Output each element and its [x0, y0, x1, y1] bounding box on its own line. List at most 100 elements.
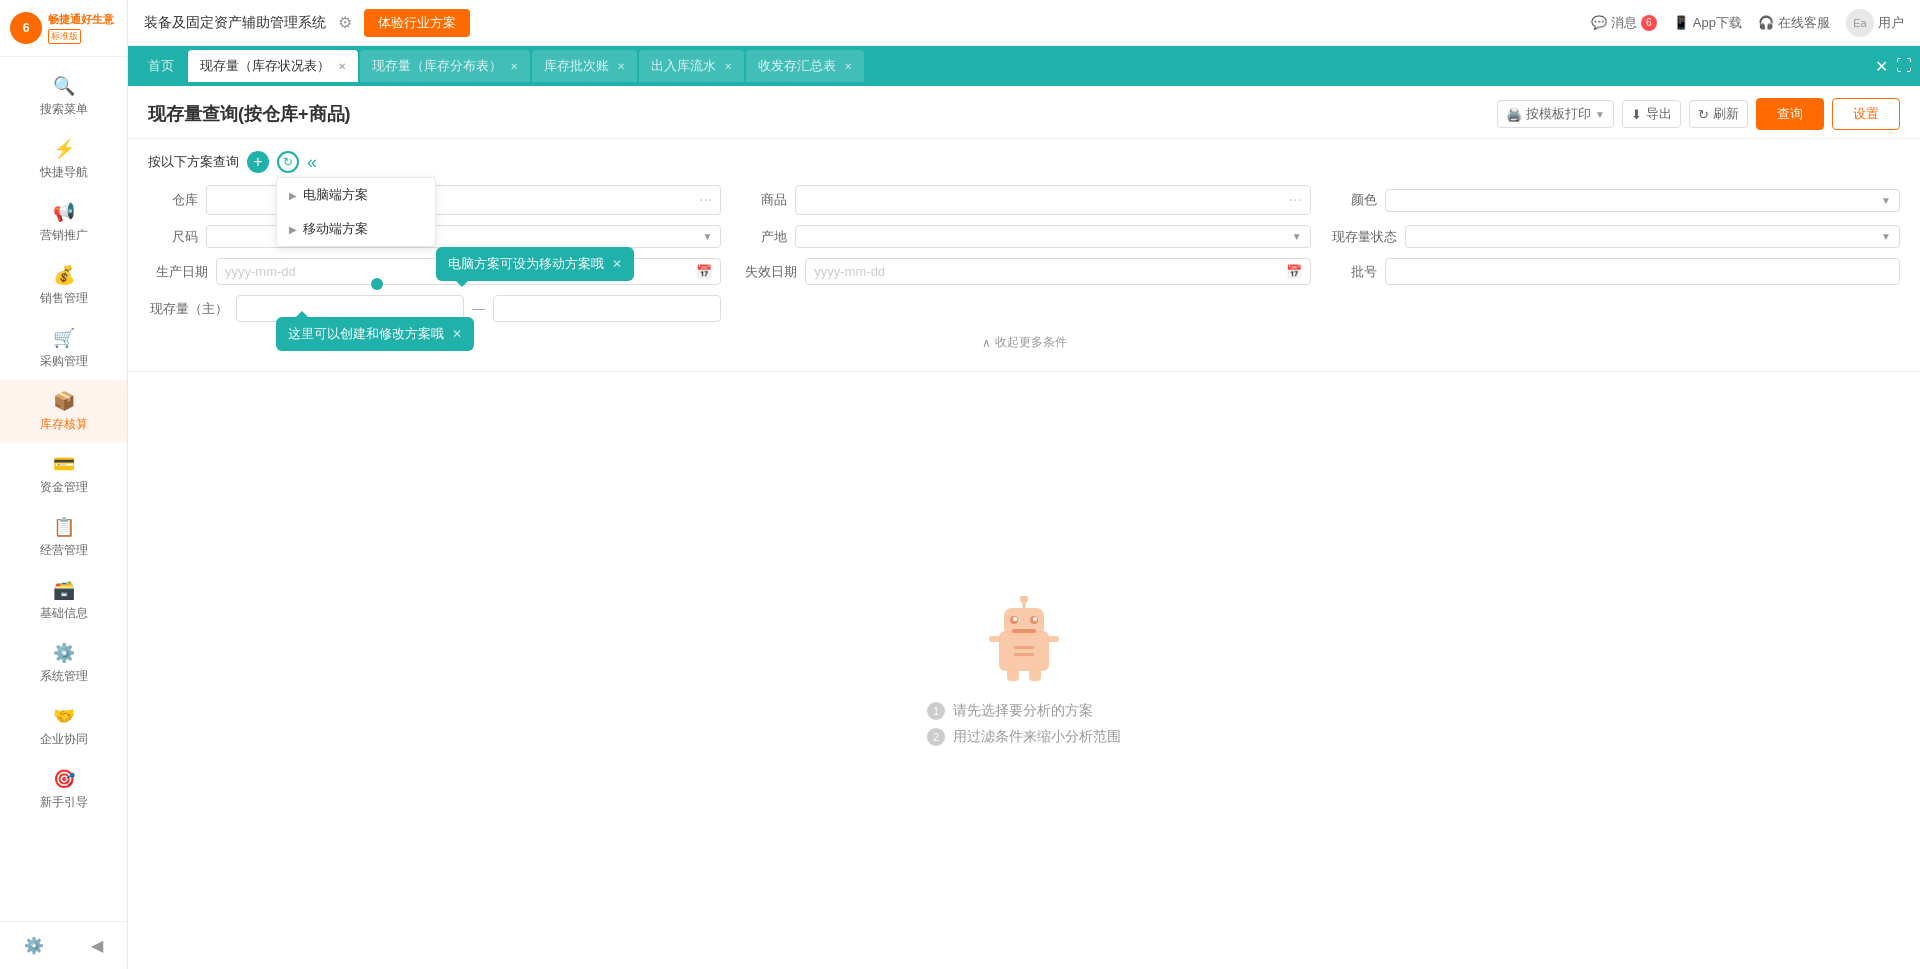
empty-robot-icon — [984, 596, 1064, 686]
tab-inout[interactable]: 出入库流水 ✕ — [639, 50, 744, 82]
headset-icon: 🎧 — [1758, 15, 1774, 30]
scheme-mobile[interactable]: ▶ 移动端方案 — [277, 212, 435, 246]
origin-arrow: ▼ — [1292, 231, 1302, 242]
filter-stock-status: 现存量状态 ▼ — [1327, 225, 1900, 248]
color-label: 颜色 — [1327, 191, 1377, 209]
filter-color: 颜色 ▼ — [1327, 189, 1900, 212]
sidebar-item-purchase[interactable]: 🛒 采购管理 — [0, 317, 127, 380]
stock-main-label: 现存量（主） — [148, 300, 228, 318]
tab-inout-close[interactable]: ✕ — [724, 61, 732, 72]
expire-date-label: 失效日期 — [737, 263, 797, 281]
set-button[interactable]: 设置 — [1832, 98, 1900, 130]
goods-dots: ··· — [1288, 191, 1301, 209]
batch-input[interactable] — [1385, 258, 1900, 285]
finance-nav-icon: 💳 — [53, 453, 75, 475]
stock-status-label: 现存量状态 — [1327, 228, 1397, 246]
tooltip-create-close[interactable]: ✕ — [452, 327, 462, 341]
trial-button[interactable]: 体验行业方案 — [364, 9, 470, 37]
support-item[interactable]: 🎧 在线客服 — [1758, 14, 1830, 32]
empty-state: 1 请先选择要分析的方案 2 用过滤条件来缩小分析范围 — [128, 372, 1920, 969]
sidebar-item-quick[interactable]: ⚡ 快捷导航 — [0, 128, 127, 191]
filter-label: 按以下方案查询 — [148, 153, 239, 171]
svg-point-5 — [1020, 596, 1028, 603]
sidebar-item-basic[interactable]: 🗃️ 基础信息 — [0, 569, 127, 632]
settings-bottom-btn[interactable]: ⚙️ — [20, 932, 48, 959]
scheme-desktop[interactable]: ▶ 电脑端方案 — [277, 178, 435, 212]
color-select[interactable]: ▼ — [1385, 189, 1900, 212]
empty-hint-2: 2 用过滤条件来缩小分析范围 — [927, 728, 1121, 746]
tab-batch-close[interactable]: ✕ — [617, 61, 625, 72]
sidebar-item-operation[interactable]: 📋 经营管理 — [0, 506, 127, 569]
filter-refresh-button[interactable]: ↻ — [277, 151, 299, 173]
stock-main-max[interactable] — [493, 295, 721, 322]
tab-inventory-dist-close[interactable]: ✕ — [510, 61, 518, 72]
tab-batch[interactable]: 库存批次账 ✕ — [532, 50, 637, 82]
tab-close-all-icon[interactable]: ✕ — [1875, 57, 1888, 76]
sidebar-item-marketing[interactable]: 📢 营销推广 — [0, 191, 127, 254]
logo-area: 6 畅捷通好生意 标准版 — [0, 0, 127, 57]
scheme-panel: ▶ 电脑端方案 ▶ 移动端方案 — [276, 177, 436, 247]
tab-summary[interactable]: 收发存汇总表 ✕ — [746, 50, 864, 82]
origin-select[interactable]: ▼ — [795, 225, 1310, 248]
app-download-item[interactable]: 📱 App下载 — [1673, 14, 1742, 32]
query-button[interactable]: 查询 — [1756, 98, 1824, 130]
tab-fullscreen-icon[interactable]: ⛶ — [1896, 57, 1912, 75]
print-btn[interactable]: 🖨️ 按模板打印 ▼ — [1497, 100, 1614, 128]
message-item[interactable]: 💬 消息 6 — [1591, 14, 1657, 32]
tab-inventory-dist[interactable]: 现存量（库存分布表） ✕ — [360, 50, 530, 82]
tab-inventory-status-close[interactable]: ✕ — [338, 61, 346, 72]
tab-summary-close[interactable]: ✕ — [844, 61, 852, 72]
sidebar-item-enterprise[interactable]: 🤝 企业协同 — [0, 695, 127, 758]
svg-text:6: 6 — [23, 21, 30, 35]
phone-icon: 📱 — [1673, 15, 1689, 30]
size-arrow: ▼ — [702, 231, 712, 242]
sidebar: 6 畅捷通好生意 标准版 🔍 搜索菜单 ⚡ 快捷导航 📢 营销推广 💰 销售管理… — [0, 0, 128, 969]
step-1-badge: 1 — [927, 702, 945, 720]
guide-nav-icon: 🎯 — [53, 768, 75, 790]
tooltip-create-scheme: 这里可以创建和修改方案哦 ✕ — [276, 317, 474, 351]
stock-status-select[interactable]: ▼ — [1405, 225, 1900, 248]
filter-origin: 产地 ▼ — [737, 225, 1310, 248]
production-date-icon: 📅 — [696, 264, 712, 279]
filter-row-3: 生产日期 yyyy-mm-dd 📅 失效日期 yyyy-mm-dd 📅 批号 — [148, 258, 1900, 285]
origin-label: 产地 — [737, 228, 787, 246]
tab-inventory-status[interactable]: 现存量（库存状况表） ✕ — [188, 50, 358, 82]
sidebar-item-finance[interactable]: 💳 资金管理 — [0, 443, 127, 506]
sidebar-bottom: ⚙️ ◀ — [0, 921, 127, 969]
svg-rect-10 — [1012, 629, 1036, 633]
goods-input[interactable]: ··· — [795, 185, 1310, 215]
header-settings-icon[interactable]: ⚙ — [338, 13, 352, 32]
svg-point-8 — [1013, 617, 1017, 621]
sidebar-item-search[interactable]: 🔍 搜索菜单 — [0, 65, 127, 128]
purchase-nav-icon: 🛒 — [53, 327, 75, 349]
svg-rect-14 — [1047, 636, 1059, 642]
svg-rect-12 — [1014, 653, 1034, 656]
export-btn[interactable]: ⬇ 导出 — [1622, 100, 1681, 128]
logo-icon: 6 — [10, 12, 42, 44]
user-item[interactable]: Ea 用户 — [1846, 9, 1904, 37]
content-header: 现存量查询(按仓库+商品) 🖨️ 按模板打印 ▼ ⬇ 导出 ↻ 刷新 查询 设置 — [128, 86, 1920, 139]
basic-nav-icon: 🗃️ — [53, 579, 75, 601]
stock-main-sep: — — [472, 301, 485, 316]
user-avatar: Ea — [1846, 9, 1874, 37]
sidebar-item-inventory[interactable]: 📦 库存核算 — [0, 380, 127, 443]
tab-home[interactable]: 首页 — [136, 50, 186, 82]
sidebar-item-system[interactable]: ⚙️ 系统管理 — [0, 632, 127, 695]
expire-date-input[interactable]: yyyy-mm-dd 📅 — [805, 258, 1310, 285]
connector-dot — [371, 278, 383, 290]
filter-production-date: 生产日期 yyyy-mm-dd 📅 — [148, 258, 721, 285]
main-area: 装备及固定资产辅助管理系统 ⚙ 体验行业方案 💬 消息 6 📱 App下载 🎧 … — [128, 0, 1920, 969]
collapse-bottom-btn[interactable]: ◀ — [87, 932, 107, 959]
refresh-btn[interactable]: ↻ 刷新 — [1689, 100, 1748, 128]
filter-back-button[interactable]: « — [307, 152, 317, 173]
content-area: 现存量查询(按仓库+商品) 🖨️ 按模板打印 ▼ ⬇ 导出 ↻ 刷新 查询 设置 — [128, 86, 1920, 969]
logo-text: 畅捷通好生意 标准版 — [48, 12, 114, 44]
sidebar-item-guide[interactable]: 🎯 新手引导 — [0, 758, 127, 821]
filter-add-button[interactable]: + — [247, 151, 269, 173]
sidebar-item-sales[interactable]: 💰 销售管理 — [0, 254, 127, 317]
page-title: 现存量查询(按仓库+商品) — [148, 102, 351, 126]
tooltip-desktop-scheme: 电脑方案可设为移动方案哦 ✕ — [436, 247, 634, 281]
marketing-nav-icon: 📢 — [53, 201, 75, 223]
tooltip-desktop-close[interactable]: ✕ — [612, 257, 622, 271]
sales-nav-icon: 💰 — [53, 264, 75, 286]
